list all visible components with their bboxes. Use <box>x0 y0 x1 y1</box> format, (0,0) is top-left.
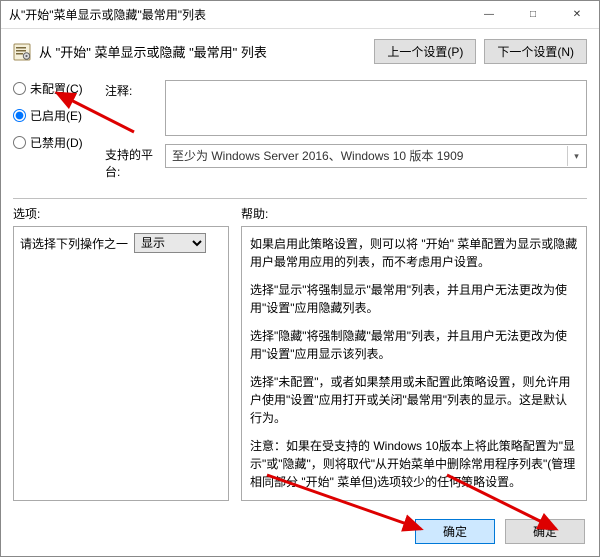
ok-button[interactable]: 确定 <box>415 519 495 544</box>
close-button[interactable]: ✕ <box>555 1 599 29</box>
help-paragraph: 注意：如果在受支持的 Windows 10版本上将此策略配置为"显示"或"隐藏"… <box>250 437 578 491</box>
radio-disabled-label: 已禁用(D) <box>30 134 83 151</box>
divider <box>13 198 587 199</box>
supported-platforms-box: 至少为 Windows Server 2016、Windows 10 版本 19… <box>165 144 587 168</box>
options-row-label: 请选择下列操作之一 <box>20 235 128 252</box>
help-title: 帮助: <box>241 205 587 222</box>
chevron-updown-icon: ▾ <box>574 147 579 165</box>
radio-not-configured-label: 未配置(C) <box>30 80 83 97</box>
minimize-button[interactable]: — <box>467 1 511 29</box>
page-title: 从 "开始" 菜单显示或隐藏 "最常用" 列表 <box>39 42 364 61</box>
platform-value: 至少为 Windows Server 2016、Windows 10 版本 19… <box>172 149 463 163</box>
help-paragraph: 如果启用此策略设置，则可以将 "开始" 菜单配置为显示或隐藏用户最常用应用的列表… <box>250 235 578 271</box>
comment-input[interactable] <box>165 80 587 136</box>
radio-enabled-label: 已启用(E) <box>30 107 82 124</box>
comment-label: 注释: <box>105 80 165 136</box>
radio-disabled[interactable]: 已禁用(D) <box>13 134 105 151</box>
platform-label: 支持的平台: <box>105 144 165 180</box>
radio-not-configured-input[interactable] <box>13 82 26 95</box>
platform-expand-button[interactable]: ▾ <box>567 146 585 166</box>
radio-enabled[interactable]: 已启用(E) <box>13 107 105 124</box>
radio-not-configured[interactable]: 未配置(C) <box>13 80 105 97</box>
radio-disabled-input[interactable] <box>13 136 26 149</box>
options-panel: 请选择下列操作之一 显示 <box>13 226 229 501</box>
policy-icon <box>13 43 31 61</box>
help-paragraph: 选择"未配置"，或者如果禁用或未配置此策略设置，则允许用户使用"设置"应用打开或… <box>250 373 578 427</box>
help-panel: 如果启用此策略设置，则可以将 "开始" 菜单配置为显示或隐藏用户最常用应用的列表… <box>241 226 587 501</box>
next-setting-button[interactable]: 下一个设置(N) <box>484 39 587 64</box>
action-select[interactable]: 显示 <box>134 233 206 253</box>
prev-setting-button[interactable]: 上一个设置(P) <box>374 39 476 64</box>
help-paragraph: 选择"显示"将强制显示"最常用"列表，并且用户无法更改为使用"设置"应用隐藏列表… <box>250 281 578 317</box>
help-paragraph: 选择"隐藏"将强制隐藏"最常用"列表，并且用户无法更改为使用"设置"应用显示该列… <box>250 327 578 363</box>
radio-enabled-input[interactable] <box>13 109 26 122</box>
titlebar: 从"开始"菜单显示或隐藏"最常用"列表 — □ ✕ <box>1 1 599 29</box>
maximize-button[interactable]: □ <box>511 1 555 29</box>
ok-button-2[interactable]: 确定 <box>505 519 585 544</box>
options-title: 选项: <box>13 205 229 222</box>
window-title: 从"开始"菜单显示或隐藏"最常用"列表 <box>9 6 206 23</box>
